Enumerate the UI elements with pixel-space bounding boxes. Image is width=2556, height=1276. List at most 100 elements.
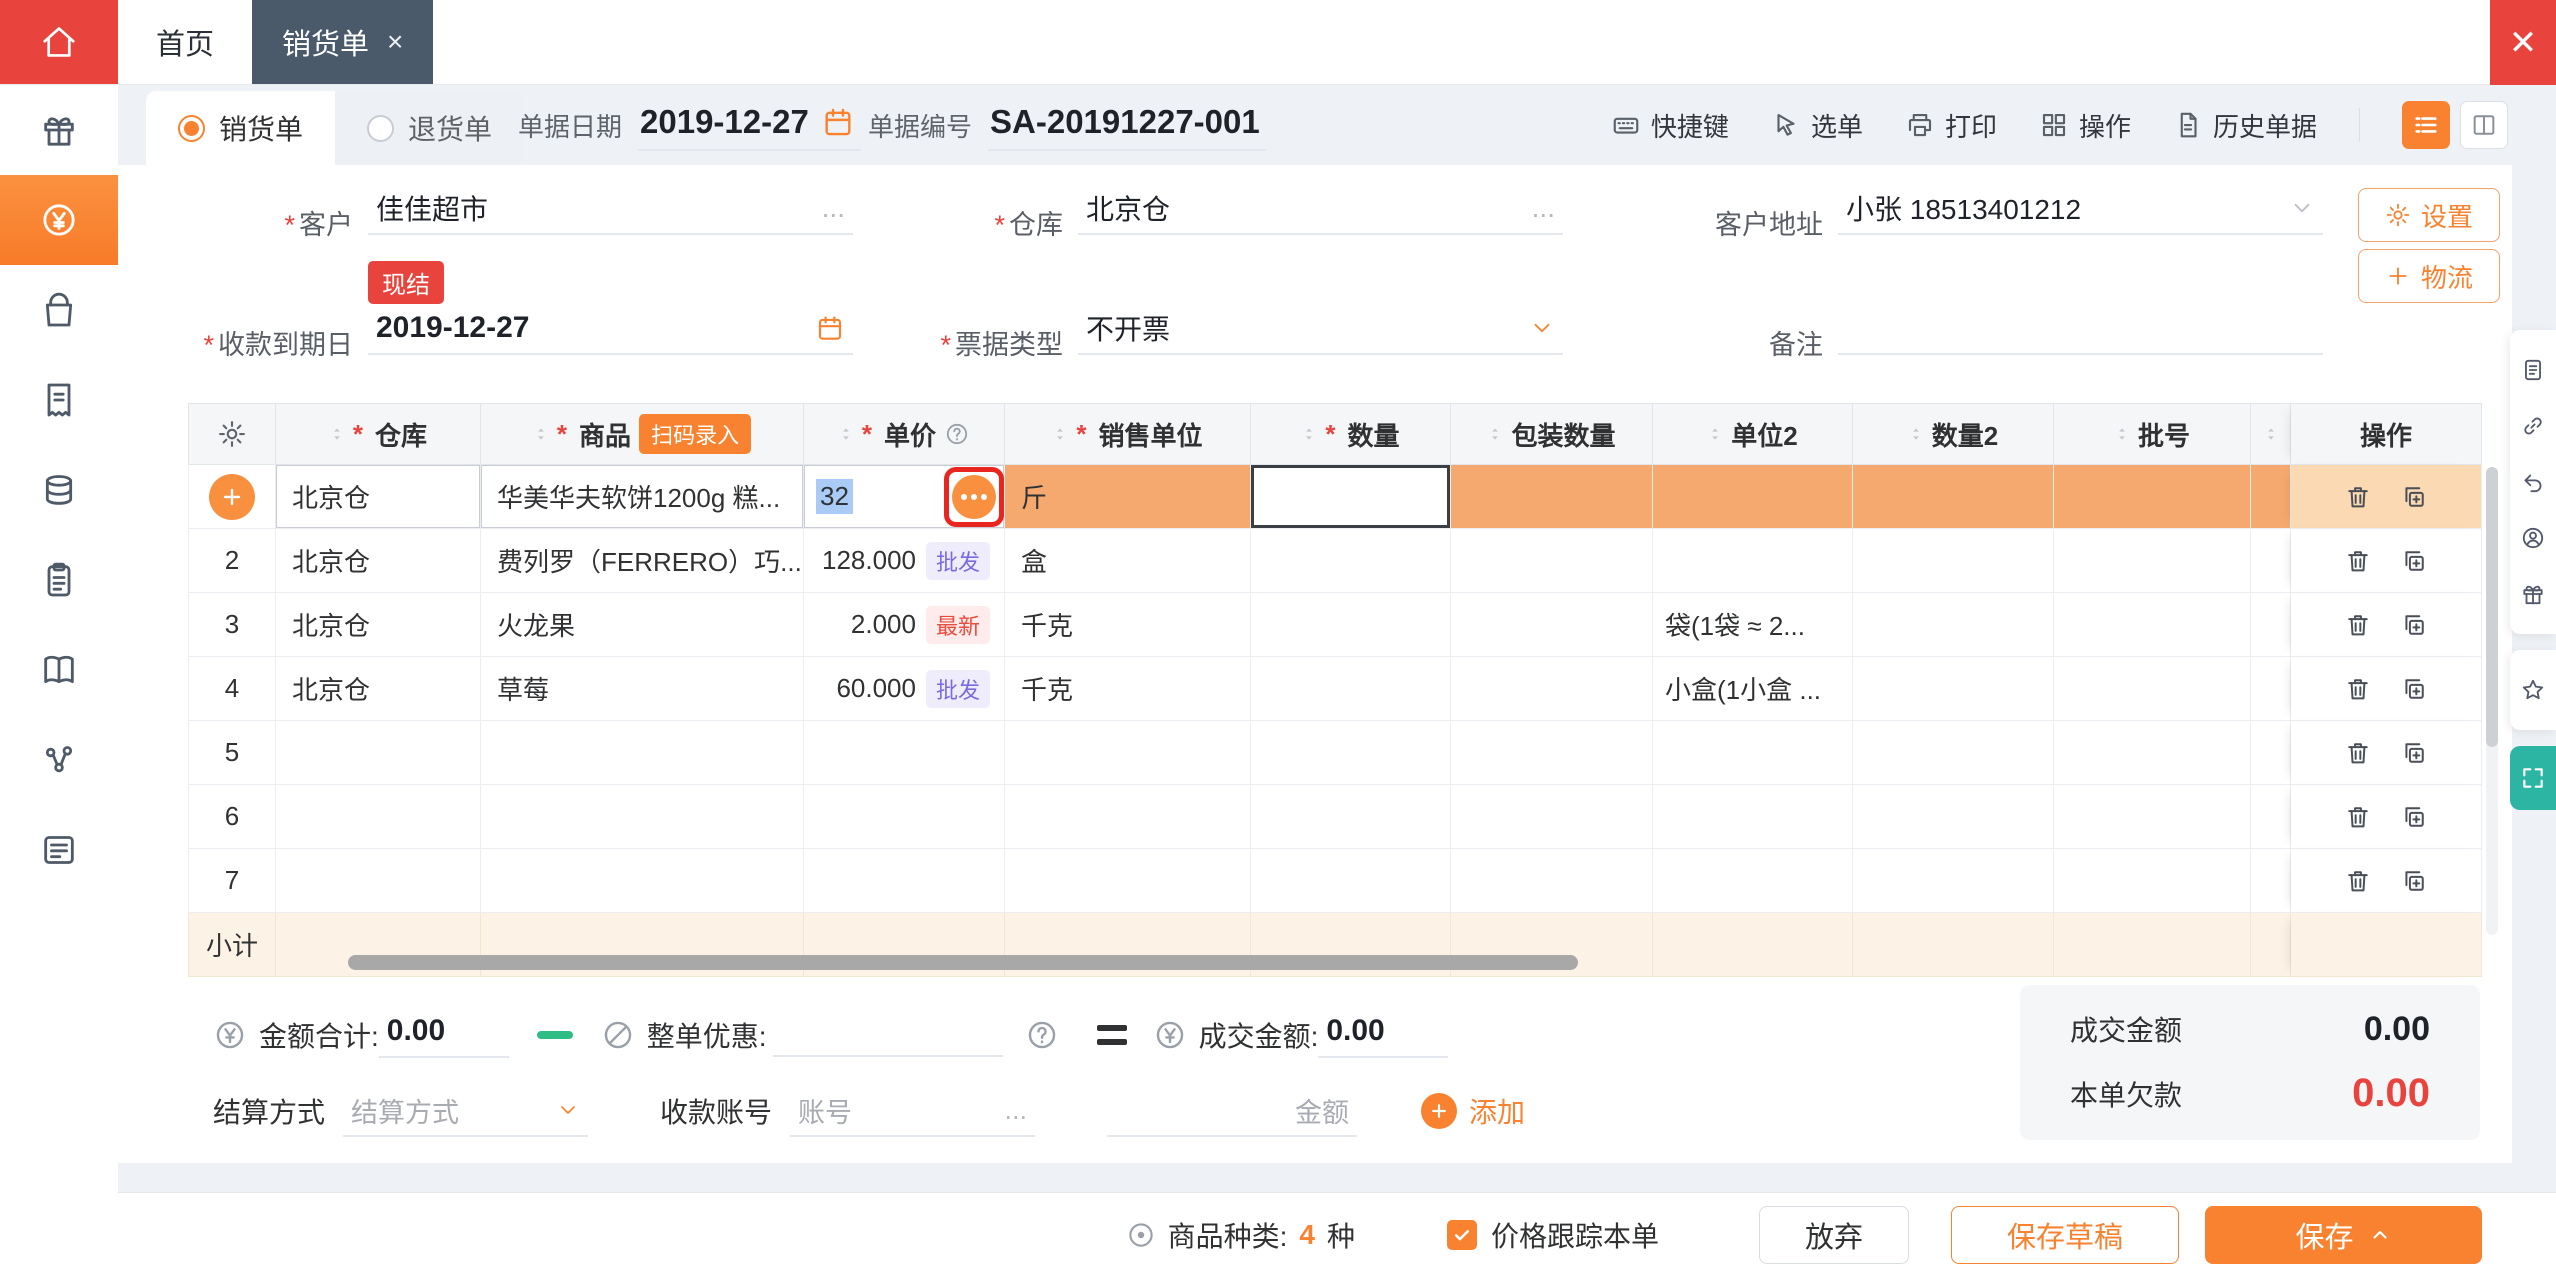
doc-no-input[interactable]: SA-20191227-001 [988,99,1266,151]
cell-product[interactable]: 华美华夫软饼1200g 糕... [481,465,804,529]
header-batch[interactable]: 批号 [2054,403,2251,465]
sort-icon[interactable] [533,421,549,447]
chevron-down-icon[interactable] [556,1098,580,1122]
cell-warehouse[interactable]: 北京仓 [276,465,481,529]
cell-qty2[interactable] [1853,465,2054,529]
delete-row-icon[interactable] [2344,611,2372,639]
cell-unit2[interactable] [1653,465,1853,529]
discount-input[interactable] [772,1013,1003,1057]
sort-icon[interactable] [329,421,345,447]
sidebar-item-purchase[interactable] [0,265,118,355]
sidebar-item-orders[interactable] [0,355,118,445]
close-window-button[interactable]: ✕ [2490,0,2556,85]
cell-qty[interactable] [1251,785,1451,849]
scrollbar-thumb[interactable] [2486,467,2498,747]
split-view-button[interactable] [2460,101,2508,149]
settlement-method-select[interactable]: 结算方式 [343,1085,589,1137]
receive-account-input[interactable]: 账号 ... [790,1085,1036,1137]
caret-up-icon[interactable] [2368,1223,2392,1247]
cell-price-editing[interactable]: 32 [804,465,1005,529]
tab-sales-note[interactable]: 销货单 [146,91,336,165]
cell-sale-unit[interactable]: 千克 [1005,657,1251,721]
shortcut-keys-button[interactable]: 快捷键 [1611,107,1729,144]
cell-product[interactable] [481,849,804,913]
header-unit2[interactable]: 单位2 [1653,403,1853,465]
cell-batch[interactable] [2054,593,2251,657]
header-qty[interactable]: * 数量 [1251,403,1451,465]
logistics-button[interactable]: 物流 [2358,249,2500,303]
header-qty2[interactable]: 数量2 [1853,403,2054,465]
customer-input[interactable]: 佳佳超市 ... [368,183,853,235]
save-button[interactable]: 保存 [2205,1205,2482,1264]
cell-qty[interactable] [1251,721,1451,785]
cell-pack-qty[interactable] [1451,657,1653,721]
cell-qty2[interactable] [1853,721,2054,785]
cell-pack-qty[interactable] [1451,721,1653,785]
cell-pack-qty[interactable] [1451,785,1653,849]
horizontal-scrollbar[interactable] [348,955,1578,970]
cell-unit2[interactable] [1653,849,1853,913]
user-button[interactable] [2510,510,2556,566]
warehouse-more-icon[interactable]: ... [1532,192,1555,224]
cell-price[interactable] [804,721,1005,785]
sidebar-item-more[interactable] [0,715,118,805]
copy-row-icon[interactable] [2400,867,2428,895]
add-payment-button[interactable]: 添加 [1421,1091,1525,1131]
chevron-down-icon[interactable] [2289,195,2315,221]
favorite-button[interactable] [2510,662,2556,718]
warehouse-input[interactable]: 北京仓 ... [1078,183,1563,235]
question-icon[interactable] [1025,1018,1059,1052]
delete-row-icon[interactable] [2344,739,2372,767]
cell-batch[interactable] [2054,657,2251,721]
save-draft-button[interactable]: 保存草稿 [1951,1205,2179,1264]
cell-qty[interactable] [1251,849,1451,913]
checkbox-checked-icon[interactable] [1446,1219,1477,1250]
cell-warehouse[interactable] [276,721,481,785]
copy-row-icon[interactable] [2400,675,2428,703]
cell-price[interactable]: 60.000 批发 [804,657,1005,721]
cell-product[interactable]: 费列罗（FERRERO）巧... [481,529,804,593]
cell-qty2[interactable] [1853,849,2054,913]
sort-icon[interactable] [1487,421,1503,447]
cell-product[interactable]: 火龙果 [481,593,804,657]
sidebar-item-documents[interactable] [0,535,118,625]
header-sale-unit[interactable]: * 销售单位 [1005,403,1251,465]
cell-warehouse[interactable]: 北京仓 [276,529,481,593]
cell-pack-qty[interactable] [1451,849,1653,913]
select-order-button[interactable]: 选单 [1771,107,1863,144]
cell-price[interactable]: 2.000 最新 [804,593,1005,657]
tab-return-note[interactable]: 退货单 [335,91,525,165]
delete-row-icon[interactable] [2344,675,2372,703]
cell-pack-qty[interactable] [1451,465,1653,529]
sort-icon[interactable] [1052,421,1068,447]
column-settings-button[interactable] [188,403,276,465]
delete-row-icon[interactable] [2344,483,2372,511]
delete-row-icon[interactable] [2344,803,2372,831]
print-button[interactable]: 打印 [1905,107,1997,144]
cell-price[interactable]: 128.000 批发 [804,529,1005,593]
list-view-button[interactable] [2402,101,2450,149]
form-doc-button[interactable] [2510,342,2556,398]
remark-input[interactable] [1838,303,2323,355]
sort-icon[interactable] [1301,421,1317,447]
cell-warehouse[interactable]: 北京仓 [276,657,481,721]
sort-icon[interactable] [1707,421,1723,447]
copy-row-icon[interactable] [2400,483,2428,511]
gift-button[interactable] [2510,566,2556,622]
cell-warehouse[interactable] [276,785,481,849]
sort-icon[interactable] [2114,421,2130,447]
cell-unit2[interactable]: 袋(1袋 ≈ 2... [1653,593,1853,657]
link-button[interactable] [2510,398,2556,454]
cell-qty[interactable] [1251,529,1451,593]
cell-price[interactable] [804,849,1005,913]
scan-entry-badge[interactable]: 扫码录入 [639,414,752,454]
tab-sales-order[interactable]: 销货单 × [252,0,434,84]
sidebar-item-funds[interactable] [0,445,118,535]
cell-batch[interactable] [2054,785,2251,849]
fullscreen-button[interactable] [2510,746,2556,810]
header-extra[interactable] [2251,403,2291,465]
customer-more-icon[interactable]: ... [822,192,845,224]
copy-row-icon[interactable] [2400,739,2428,767]
discard-button[interactable]: 放弃 [1759,1205,1909,1264]
price-more-button[interactable] [952,474,996,519]
